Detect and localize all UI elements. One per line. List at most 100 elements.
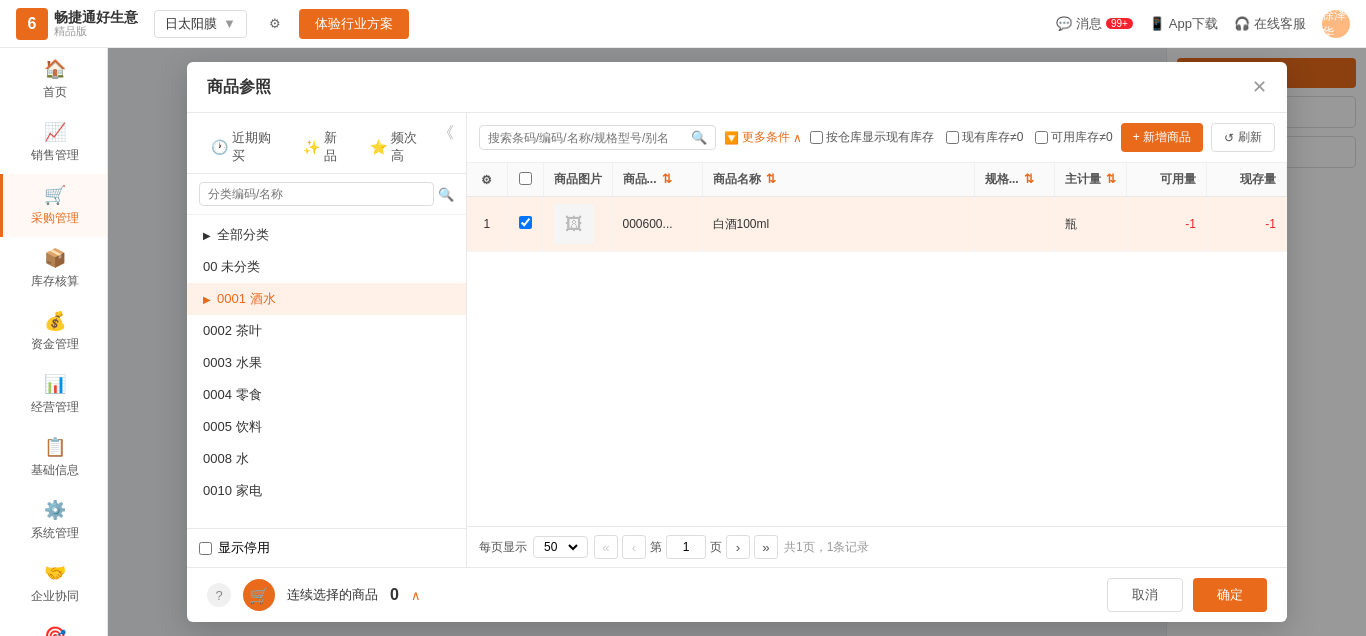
th-unit: 主计量 ⇅ (1054, 163, 1126, 197)
row-checkbox[interactable] (519, 216, 532, 229)
recent-icon: 🕐 (211, 139, 228, 155)
modal-overlay: 商品参照 ✕ 🕐 近期购买 ✨ 新 (108, 48, 1366, 636)
main-layout: 🏠 首页 📈 销售管理 🛒 采购管理 📦 库存核算 💰 资金管理 📊 经营管理 … (0, 48, 1366, 636)
sidebar-item-operations[interactable]: 📊 经营管理 (0, 363, 107, 426)
page-number-input[interactable] (666, 535, 706, 559)
current-stock-filter-label[interactable]: 现有库存≠0 (946, 129, 1023, 146)
sidebar-item-guide[interactable]: 🎯 新手引导 (0, 615, 107, 636)
modal-body: 🕐 近期购买 ✨ 新品 ⭐ 频次高 (187, 113, 1287, 567)
sidebar-item-inventory[interactable]: 📦 库存核算 (0, 237, 107, 300)
warehouse-filter-label[interactable]: 按仓库显示现有库存 (810, 129, 934, 146)
cart-button[interactable]: 🛒 (243, 579, 275, 611)
expand-icon: ▶ (203, 230, 211, 241)
sidebar-item-sales[interactable]: 📈 销售管理 (0, 111, 107, 174)
sidebar-item-basic-info[interactable]: 📋 基础信息 (0, 426, 107, 489)
nav-selector[interactable]: 日太阳膜 ▼ (154, 10, 247, 38)
messages-btn[interactable]: 💬 消息 99+ (1056, 15, 1133, 33)
display-disabled-checkbox[interactable] (199, 542, 212, 555)
logo-icon: 6 (16, 8, 48, 40)
cat-item-appliances[interactable]: 0010 家电 (187, 475, 466, 507)
experience-btn[interactable]: 体验行业方案 (299, 9, 409, 39)
user-profile-btn[interactable]: 徐泽华 (1322, 10, 1350, 38)
unit-sort-icon: ⇅ (1106, 172, 1116, 186)
warehouse-filter-checkbox[interactable] (810, 131, 823, 144)
app-download-btn[interactable]: 📱 App下载 (1149, 15, 1218, 33)
category-search-icon[interactable]: 🔍 (438, 187, 454, 202)
corp-icon: 🤝 (44, 562, 66, 584)
first-page-btn[interactable]: « (594, 535, 618, 559)
selected-count: 0 (390, 586, 399, 604)
next-page-btn[interactable]: › (726, 535, 750, 559)
last-page-btn[interactable]: » (754, 535, 778, 559)
tab-recent-purchase[interactable]: 🕐 近期购买 (199, 123, 291, 173)
sidebar-item-corp[interactable]: 🤝 企业协同 (0, 552, 107, 615)
cat-item-tea[interactable]: 0002 茶叶 (187, 315, 466, 347)
th-checkbox[interactable] (507, 163, 543, 197)
per-page-select[interactable]: 10 20 50 100 (540, 539, 581, 555)
sidebar-item-purchase[interactable]: 🛒 采购管理 (0, 174, 107, 237)
active-arrow-icon: ▶ (203, 294, 211, 305)
product-reference-modal: 商品参照 ✕ 🕐 近期购买 ✨ 新 (187, 62, 1287, 622)
panel-collapse-icon[interactable]: 《 (438, 123, 454, 173)
current-stock-checkbox[interactable] (946, 131, 959, 144)
product-table-wrap: ⚙ 商品图片 (467, 163, 1287, 526)
basic-info-icon: 📋 (44, 436, 66, 458)
sidebar-item-finance[interactable]: 💰 资金管理 (0, 300, 107, 363)
th-available: 可用量 (1127, 163, 1207, 197)
settings-icon[interactable]: ⚙ (259, 8, 291, 40)
spec-sort-icon: ⇅ (1024, 172, 1034, 186)
row-checkbox-cell[interactable] (507, 197, 543, 252)
display-disabled-label[interactable]: 显示停用 (218, 539, 270, 557)
th-product-name: 商品名称 ⇅ (702, 163, 974, 197)
modal-header: 商品参照 ✕ (187, 62, 1287, 113)
cat-item-snacks[interactable]: 0004 零食 (187, 379, 466, 411)
th-settings[interactable]: ⚙ (467, 163, 507, 197)
cat-item-liquor[interactable]: ▶ 0001 酒水 (187, 283, 466, 315)
tab-new-products[interactable]: ✨ 新品 (291, 123, 359, 173)
app-name: 畅捷通好生意 (54, 9, 138, 26)
inventory-icon: 📦 (44, 247, 66, 269)
message-icon: 💬 (1056, 16, 1072, 31)
toolbar-right: + 新增商品 ↺ 刷新 (1121, 123, 1275, 152)
available-stock-filter-label[interactable]: 可用库存≠0 (1035, 129, 1112, 146)
sidebar-item-home[interactable]: 🏠 首页 (0, 48, 107, 111)
category-search-input[interactable] (199, 182, 434, 206)
page-nav: « ‹ 第 页 › » (594, 535, 778, 559)
row-image-cell: 🖼 (543, 197, 612, 252)
per-page-label: 每页显示 (479, 539, 527, 556)
cat-item-water[interactable]: 0008 水 (187, 443, 466, 475)
confirm-button[interactable]: 确定 (1193, 578, 1267, 612)
more-filters-btn[interactable]: 🔽 更多条件 ∧ (724, 129, 802, 146)
row-available: -1 (1127, 197, 1207, 252)
phone-icon: 📱 (1149, 16, 1165, 31)
add-product-btn[interactable]: + 新增商品 (1121, 123, 1203, 152)
cat-item-drinks[interactable]: 0005 饮料 (187, 411, 466, 443)
cat-item-all[interactable]: ▶ 全部分类 (187, 219, 466, 251)
logo-text: 畅捷通好生意 精品版 (54, 9, 138, 39)
refresh-product-btn[interactable]: ↺ 刷新 (1211, 123, 1275, 152)
cancel-button[interactable]: 取消 (1107, 578, 1183, 612)
product-search-icon[interactable]: 🔍 (691, 130, 707, 145)
online-service-btn[interactable]: 🎧 在线客服 (1234, 15, 1306, 33)
prev-page-btn[interactable]: ‹ (622, 535, 646, 559)
product-search-input[interactable] (488, 131, 691, 145)
page-total-info: 共1页，1条记录 (784, 539, 869, 556)
tab-high-frequency[interactable]: ⭐ 频次高 (358, 123, 438, 173)
available-stock-checkbox[interactable] (1035, 131, 1048, 144)
headset-icon: 🎧 (1234, 16, 1250, 31)
row-spec (974, 197, 1054, 252)
footer-collapse-btn[interactable]: ∧ (411, 588, 421, 603)
settings-col-icon: ⚙ (481, 173, 492, 187)
select-all-checkbox[interactable] (519, 172, 532, 185)
right-product-panel: 🔍 🔽 更多条件 ∧ 按仓库显示现有库存 (467, 113, 1287, 567)
table-row[interactable]: 1 🖼 000600... 白酒100ml (467, 197, 1287, 252)
modal-close-button[interactable]: ✕ (1252, 76, 1267, 98)
cat-item-fruit[interactable]: 0003 水果 (187, 347, 466, 379)
new-icon: ✨ (303, 139, 320, 155)
cat-item-unclassified[interactable]: 00 未分类 (187, 251, 466, 283)
sidebar-item-system[interactable]: ⚙️ 系统管理 (0, 489, 107, 552)
help-icon[interactable]: ? (207, 583, 231, 607)
per-page-select-wrap: 10 20 50 100 (533, 536, 588, 558)
avatar: 徐泽华 (1322, 10, 1350, 38)
product-search-wrap: 🔍 (479, 125, 716, 150)
